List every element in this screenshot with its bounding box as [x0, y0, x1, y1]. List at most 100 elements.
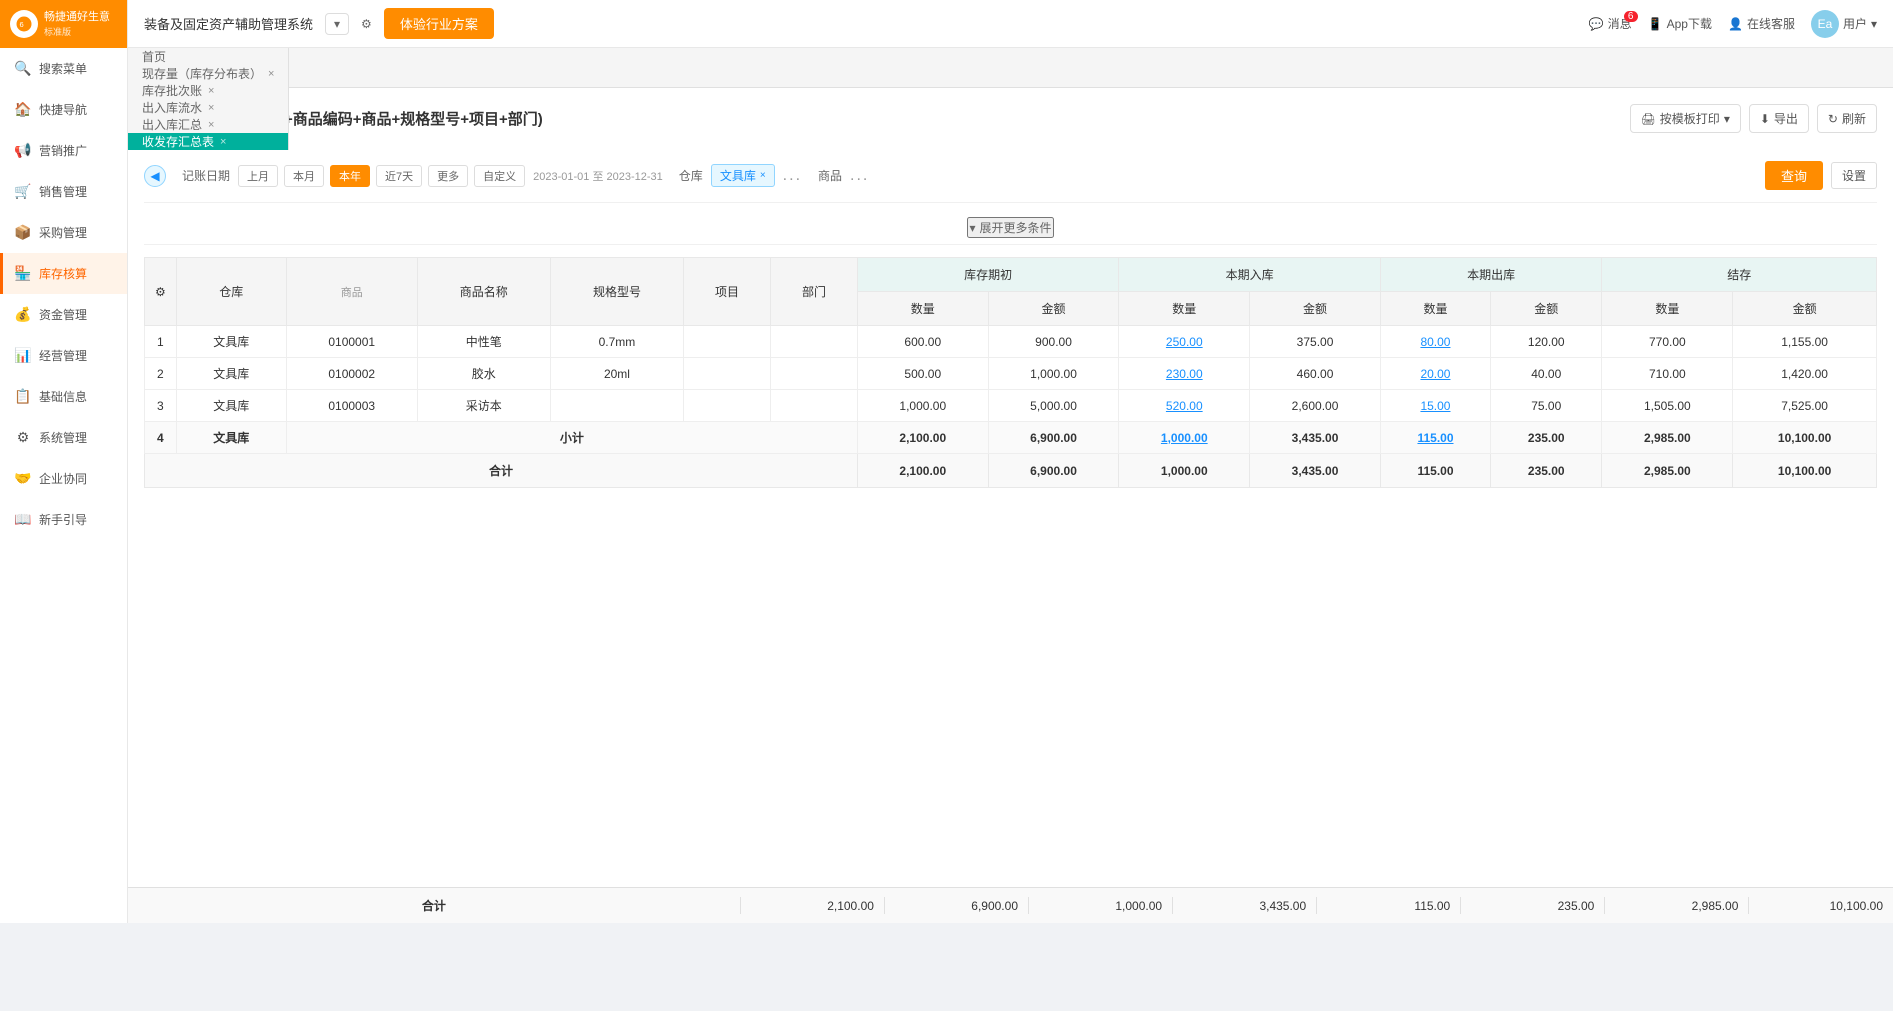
date-btn-7days[interactable]: 近7天: [376, 165, 422, 187]
cell-ia-0: 375.00: [1250, 326, 1381, 358]
date-btn-more[interactable]: 更多: [428, 165, 468, 187]
logo-area: 6 畅捷通好生意 标准版: [0, 0, 127, 48]
cell-outa-1: 40.00: [1491, 358, 1602, 390]
sidebar-label-marketing: 营销推广: [39, 142, 87, 159]
footer-total-label: 合计: [128, 897, 740, 914]
cell-iq-2[interactable]: 520.00: [1119, 390, 1250, 422]
cell-name-1: 胶水: [417, 358, 550, 390]
tab-1[interactable]: 现存量（库存分布表）×: [128, 65, 289, 82]
date-btn-custom[interactable]: 自定义: [474, 165, 525, 187]
cell-outq-1[interactable]: 20.00: [1380, 358, 1490, 390]
tabs-container: 首页现存量（库存分布表）×库存批次账×出入库流水×出入库汇总×收发存汇总表×: [128, 48, 289, 87]
footer-closing-qty: 2,985.00: [1605, 897, 1749, 914]
footer-closing-amount: 10,100.00: [1749, 897, 1893, 914]
tab-close-4[interactable]: ×: [208, 119, 214, 131]
sidebar-item-purchase[interactable]: 📦 采购管理: [0, 212, 127, 253]
col-closing-amount-header: 金额: [1733, 292, 1877, 326]
experience-btn[interactable]: 体验行业方案: [384, 8, 494, 39]
filter-collapse-btn[interactable]: ◀: [144, 165, 166, 187]
goods-more-btn[interactable]: ...: [850, 167, 869, 185]
system-selector[interactable]: ▾: [325, 13, 349, 35]
cell-dept-2: [771, 390, 858, 422]
online-service-btn[interactable]: 👤 在线客服: [1728, 15, 1795, 32]
sidebar-item-finance[interactable]: 💰 资金管理: [0, 294, 127, 335]
tab-close-5[interactable]: ×: [220, 136, 226, 148]
subtotal-iq[interactable]: 1,000.00: [1119, 422, 1250, 454]
cell-outa-2: 75.00: [1491, 390, 1602, 422]
tab-close-1[interactable]: ×: [268, 68, 274, 80]
expand-more-btn[interactable]: ▾ 展开更多条件: [967, 217, 1053, 238]
filter-action-area: 查询 设置: [1765, 161, 1877, 190]
sidebar-item-sales[interactable]: 🛒 销售管理: [0, 171, 127, 212]
cell-spec-1: 20ml: [550, 358, 683, 390]
tab-5[interactable]: 收发存汇总表×: [128, 133, 289, 150]
col-opening-header: 库存期初: [857, 258, 1119, 292]
col-in-header: 本期入库: [1119, 258, 1381, 292]
sidebar-icon-inventory: 🏪: [15, 266, 31, 282]
sidebar-item-inventory[interactable]: 🏪 库存核算: [0, 253, 127, 294]
date-btn-this-year[interactable]: 本年: [330, 165, 370, 187]
sidebar-item-quick[interactable]: 🏠 快捷导航: [0, 89, 127, 130]
cell-oq-0: 600.00: [857, 326, 988, 358]
export-icon: ⬇: [1760, 112, 1770, 126]
download-icon: 📱: [1648, 17, 1663, 31]
total-out-amount: 235.00: [1491, 454, 1602, 488]
sidebar-icon-sales: 🛒: [15, 184, 31, 200]
tab-4[interactable]: 出入库汇总×: [128, 116, 289, 133]
footer-in-qty: 1,000.00: [1029, 897, 1173, 914]
sidebar-item-search[interactable]: 🔍 搜索菜单: [0, 48, 127, 89]
total-row: 合计 2,100.00 6,900.00 1,000.00 3,435.00 1…: [145, 454, 1877, 488]
service-icon: 👤: [1728, 17, 1743, 31]
total-opening-amount: 6,900.00: [988, 454, 1119, 488]
sidebar-item-collab[interactable]: 🤝 企业协同: [0, 458, 127, 499]
sidebar-item-guide[interactable]: 📖 新手引导: [0, 499, 127, 540]
date-btn-this-month[interactable]: 本月: [284, 165, 324, 187]
app-download-btn[interactable]: 📱 App下载: [1648, 15, 1712, 32]
query-btn[interactable]: 查询: [1765, 161, 1823, 190]
tab-3[interactable]: 出入库流水×: [128, 99, 289, 116]
sidebar-item-business[interactable]: 📊 经营管理: [0, 335, 127, 376]
table-row: 3 文具库 0100003 采访本 1,000.00 5,000.00 520.…: [145, 390, 1877, 422]
cell-code-0: 0100001: [286, 326, 417, 358]
subtotal-outa: 235.00: [1491, 422, 1602, 454]
col-out-amount-header: 金额: [1491, 292, 1602, 326]
sidebar-item-marketing[interactable]: 📢 营销推广: [0, 130, 127, 171]
refresh-btn[interactable]: ↻ 刷新: [1817, 104, 1877, 133]
sidebar-icon-quick: 🏠: [15, 102, 31, 118]
col-in-qty-header: 数量: [1119, 292, 1250, 326]
export-btn[interactable]: ⬇ 导出: [1749, 104, 1809, 133]
tab-close-2[interactable]: ×: [208, 85, 214, 97]
filter-bar: ◀ 记账日期 上月 本月 本年 近7天 更多 自定义 2023-01-01 至 …: [144, 149, 1877, 203]
subtotal-ca: 10,100.00: [1733, 422, 1877, 454]
table-settings-icon[interactable]: ⚙: [145, 258, 177, 326]
cell-outq-2[interactable]: 15.00: [1380, 390, 1490, 422]
sidebar-item-basic[interactable]: 📋 基础信息: [0, 376, 127, 417]
setting-btn[interactable]: 设置: [1831, 162, 1877, 189]
cell-dept-0: [771, 326, 858, 358]
tab-2[interactable]: 库存批次账×: [128, 82, 289, 99]
sidebar: 6 畅捷通好生意 标准版 🔍 搜索菜单 🏠 快捷导航 📢 营销推广 🛒 销售管理…: [0, 0, 128, 923]
user-area[interactable]: Ea 用户 ▾: [1811, 10, 1877, 38]
cell-outq-0[interactable]: 80.00: [1380, 326, 1490, 358]
gear-btn[interactable]: ⚙: [361, 17, 372, 31]
sidebar-item-system[interactable]: ⚙ 系统管理: [0, 417, 127, 458]
cell-oa-1: 1,000.00: [988, 358, 1119, 390]
print-btn[interactable]: 🖨 按模板打印 ▾: [1630, 104, 1741, 133]
cell-no-2: 3: [145, 390, 177, 422]
subtotal-outq[interactable]: 115.00: [1380, 422, 1490, 454]
cell-iq-1[interactable]: 230.00: [1119, 358, 1250, 390]
cell-ca-2: 7,525.00: [1733, 390, 1877, 422]
warehouse-more-btn[interactable]: ...: [783, 167, 802, 185]
cell-warehouse-0: 文具库: [176, 326, 286, 358]
tab-close-3[interactable]: ×: [208, 102, 214, 114]
message-btn[interactable]: 💬 消息 6: [1589, 15, 1632, 32]
date-btn-last-month[interactable]: 上月: [238, 165, 278, 187]
table-row: 2 文具库 0100002 胶水 20ml 500.00 1,000.00 23…: [145, 358, 1877, 390]
subtotal-label: 小计: [286, 422, 857, 454]
col-in-amount-header: 金额: [1250, 292, 1381, 326]
cell-dept-1: [771, 358, 858, 390]
tab-0[interactable]: 首页: [128, 48, 289, 65]
col-out-qty-header: 数量: [1380, 292, 1490, 326]
cell-iq-0[interactable]: 250.00: [1119, 326, 1250, 358]
warehouse-remove-btn[interactable]: ×: [760, 170, 766, 181]
